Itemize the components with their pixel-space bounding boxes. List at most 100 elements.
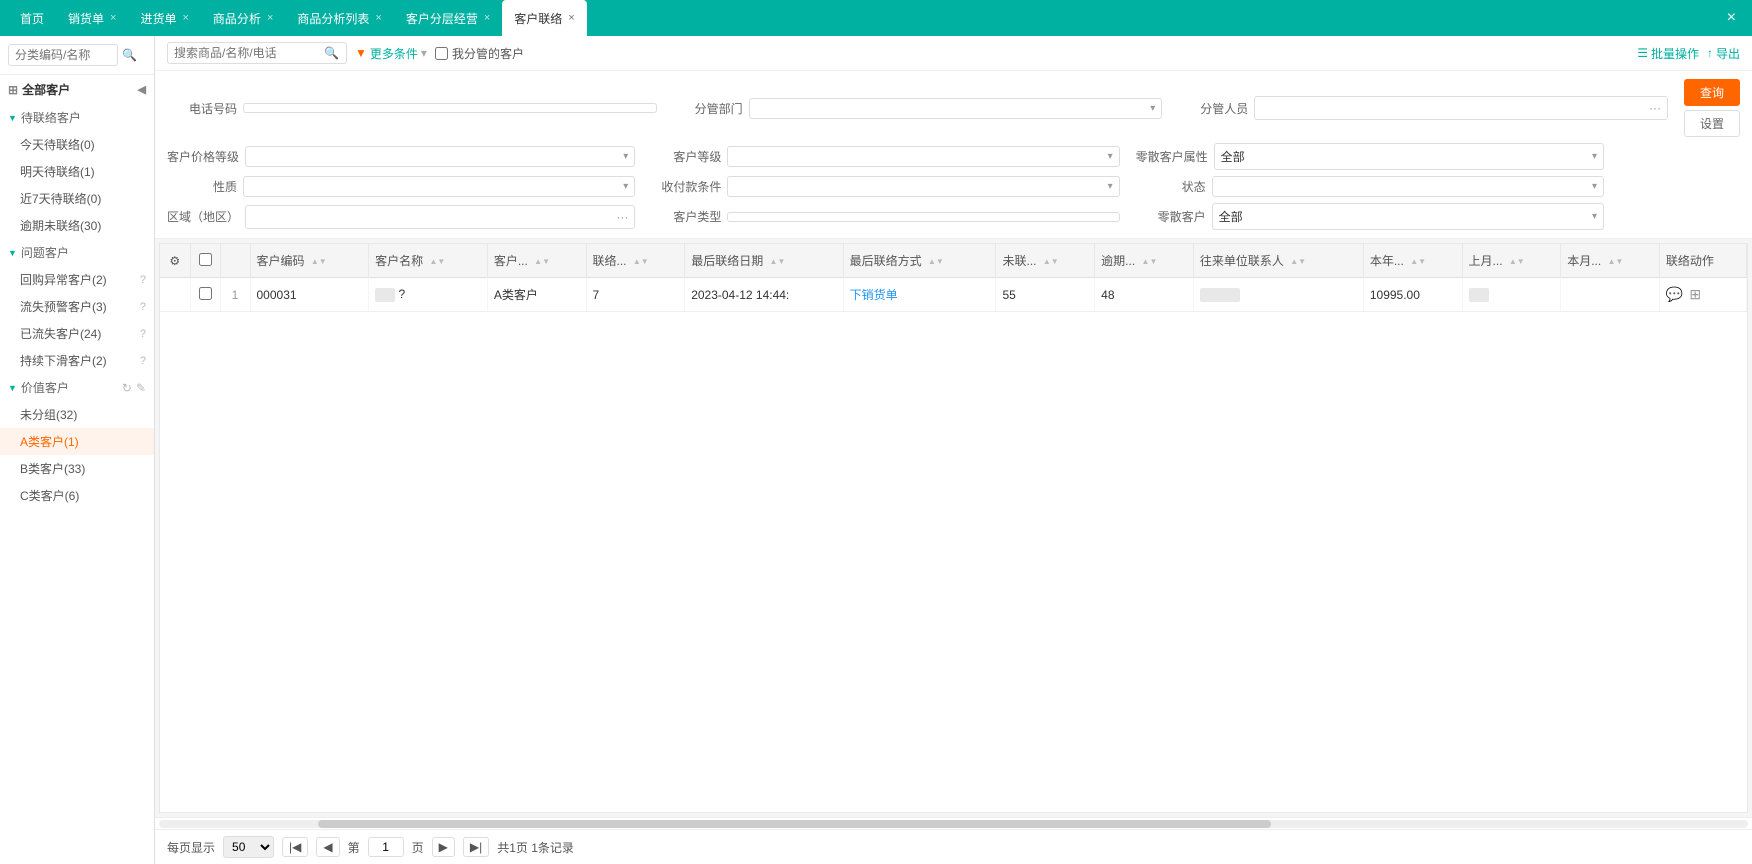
close-tab-sales[interactable]: ×	[110, 12, 116, 24]
sidebar-item-churn-warning[interactable]: 流失预警客户(3) ?	[0, 293, 154, 320]
sort-type[interactable]: ▲▼	[534, 257, 550, 266]
sort-code[interactable]: ▲▼	[311, 257, 327, 266]
filter-search-input[interactable]	[174, 46, 324, 60]
batch-ops-button[interactable]: ☰ 批量操作	[1637, 45, 1699, 62]
more-conditions-button[interactable]: ▼ 更多条件 ▾	[355, 45, 427, 62]
sidebar-item-unclassified[interactable]: 未分组(32)	[0, 401, 154, 428]
close-tab-customer-contact[interactable]: ×	[568, 12, 574, 24]
per-page-select[interactable]: 50 100 200	[223, 836, 274, 858]
horizontal-scrollbar[interactable]	[155, 817, 1752, 829]
nav-tab-customer-tier[interactable]: 客户分层经营 ×	[394, 0, 502, 36]
customer-level-input[interactable]: ▾	[727, 146, 1119, 167]
col-overdue[interactable]: 逾期... ▲▼	[1095, 244, 1194, 278]
scrollbar-track[interactable]	[159, 820, 1748, 828]
row-checkbox-cell[interactable]	[190, 278, 220, 312]
payment-input[interactable]: ▾	[727, 176, 1119, 197]
close-all-button[interactable]: ×	[1719, 5, 1744, 31]
sort-last-month[interactable]: ▲▼	[1509, 257, 1525, 266]
edit-group-icon[interactable]: ✎	[136, 381, 146, 395]
close-tab-analysis-list[interactable]: ×	[375, 12, 381, 24]
first-page-button[interactable]: |◀	[282, 837, 308, 857]
sort-this-month[interactable]: ▲▼	[1608, 257, 1624, 266]
col-no-contact[interactable]: 未联... ▲▼	[996, 244, 1095, 278]
sidebar-item-churned[interactable]: 已流失客户(24) ?	[0, 320, 154, 347]
nav-tab-customer-contact[interactable]: 客户联络 ×	[502, 0, 586, 36]
last-page-button[interactable]: ▶|	[463, 837, 489, 857]
nav-tab-analysis[interactable]: 商品分析 ×	[201, 0, 285, 36]
filter-payment: 收付款条件 ▾	[651, 176, 1119, 197]
sort-last-date[interactable]: ▲▼	[770, 257, 786, 266]
nav-tab-analysis-list[interactable]: 商品分析列表 ×	[285, 0, 393, 36]
col-last-month[interactable]: 上月... ▲▼	[1462, 244, 1561, 278]
sort-unit-contact[interactable]: ▲▼	[1290, 257, 1306, 266]
export-button[interactable]: ↑ 导出	[1707, 45, 1740, 62]
qr-icon[interactable]: ⊞	[1689, 286, 1701, 303]
sort-overdue[interactable]: ▲▼	[1142, 257, 1158, 266]
col-name[interactable]: 客户名称 ▲▼	[369, 244, 488, 278]
col-this-year[interactable]: 本年... ▲▼	[1363, 244, 1462, 278]
sort-contact[interactable]: ▲▼	[633, 257, 649, 266]
sidebar-item-declining[interactable]: 持续下滑客户(2) ?	[0, 347, 154, 374]
row-code[interactable]: 000031	[250, 278, 369, 312]
retail-attr-input[interactable]: 全部 ▾	[1214, 143, 1604, 170]
close-tab-purchase[interactable]: ×	[182, 12, 188, 24]
sidebar-item-7days[interactable]: 近7天待联络(0)	[0, 185, 154, 212]
status-input[interactable]: ▾	[1212, 176, 1604, 197]
col-last-contact-method[interactable]: 最后联络方式 ▲▼	[843, 244, 996, 278]
refresh-icon[interactable]: ↻	[122, 381, 132, 395]
person-input[interactable]: ···	[1254, 96, 1668, 120]
region-input[interactable]: ···	[245, 205, 635, 229]
sort-last-method[interactable]: ▲▼	[928, 257, 944, 266]
nature-input[interactable]: ▾	[243, 176, 635, 197]
select-all-checkbox[interactable]	[199, 253, 212, 266]
sidebar-group-problem[interactable]: ▼ 问题客户	[0, 239, 154, 266]
filter-search-icon[interactable]: 🔍	[324, 46, 339, 60]
sidebar-item-overdue[interactable]: 逾期未联络(30)	[0, 212, 154, 239]
nav-tab-sales[interactable]: 销货单 ×	[56, 0, 128, 36]
settings-button[interactable]: 设置	[1684, 110, 1740, 137]
sidebar-item-class-a[interactable]: A类客户(1)	[0, 428, 154, 455]
collapse-icon: ◀	[138, 83, 146, 96]
customer-type-input[interactable]	[727, 212, 1119, 222]
col-checkbox[interactable]	[190, 244, 220, 278]
price-level-input[interactable]: ▾	[245, 146, 635, 167]
sidebar-group-pending[interactable]: ▼ 待联络客户	[0, 104, 154, 131]
retail-customer-input[interactable]: 全部 ▾	[1212, 203, 1604, 230]
close-tab-customer-tier[interactable]: ×	[484, 12, 490, 24]
sidebar-item-class-b[interactable]: B类客户(33)	[0, 455, 154, 482]
sort-this-year[interactable]: ▲▼	[1410, 257, 1426, 266]
all-customers-header[interactable]: ⊞ 全部客户 ◀	[0, 75, 154, 104]
sidebar-item-tomorrow[interactable]: 明天待联络(1)	[0, 158, 154, 185]
sort-name[interactable]: ▲▼	[430, 257, 446, 266]
page-input[interactable]	[368, 837, 404, 857]
query-button[interactable]: 查询	[1684, 79, 1740, 106]
col-type[interactable]: 客户... ▲▼	[487, 244, 586, 278]
sidebar-item-today[interactable]: 今天待联络(0)	[0, 131, 154, 158]
col-code[interactable]: 客户编码 ▲▼	[250, 244, 369, 278]
col-this-month[interactable]: 本月... ▲▼	[1561, 244, 1660, 278]
my-customers-checkbox[interactable]: 我分管的客户	[435, 45, 524, 62]
close-tab-analysis[interactable]: ×	[267, 12, 273, 24]
message-icon[interactable]: 💬	[1666, 286, 1683, 303]
row-checkbox[interactable]	[199, 287, 212, 300]
row-last-method[interactable]: 下销货单	[843, 278, 996, 312]
sidebar-search-icon[interactable]: 🔍	[122, 48, 137, 62]
sidebar-item-class-c[interactable]: C类客户(6)	[0, 482, 154, 509]
nav-tab-home[interactable]: 首页	[8, 0, 56, 36]
sidebar-search-input[interactable]	[8, 44, 118, 66]
my-customers-check[interactable]	[435, 47, 448, 60]
prev-page-button[interactable]: ◀	[316, 837, 339, 857]
dept-input[interactable]: ▾	[749, 98, 1163, 119]
sidebar-group-value[interactable]: ▼ 价值客户 ↻ ✎	[0, 374, 154, 401]
scrollbar-thumb[interactable]	[318, 820, 1271, 828]
nav-tab-purchase[interactable]: 进货单 ×	[128, 0, 200, 36]
col-contact[interactable]: 联络... ▲▼	[586, 244, 685, 278]
col-unit-contact[interactable]: 往来单位联系人 ▲▼	[1193, 244, 1363, 278]
last-method-link[interactable]: 下销货单	[850, 288, 898, 302]
col-last-contact-date[interactable]: 最后联络日期 ▲▼	[685, 244, 843, 278]
sidebar-item-abnormal[interactable]: 回购异常客户(2) ?	[0, 266, 154, 293]
phone-input[interactable]	[243, 103, 657, 113]
next-page-button[interactable]: ▶	[432, 837, 455, 857]
col-gear[interactable]: ⚙	[160, 244, 190, 278]
sort-no-contact[interactable]: ▲▼	[1043, 257, 1059, 266]
